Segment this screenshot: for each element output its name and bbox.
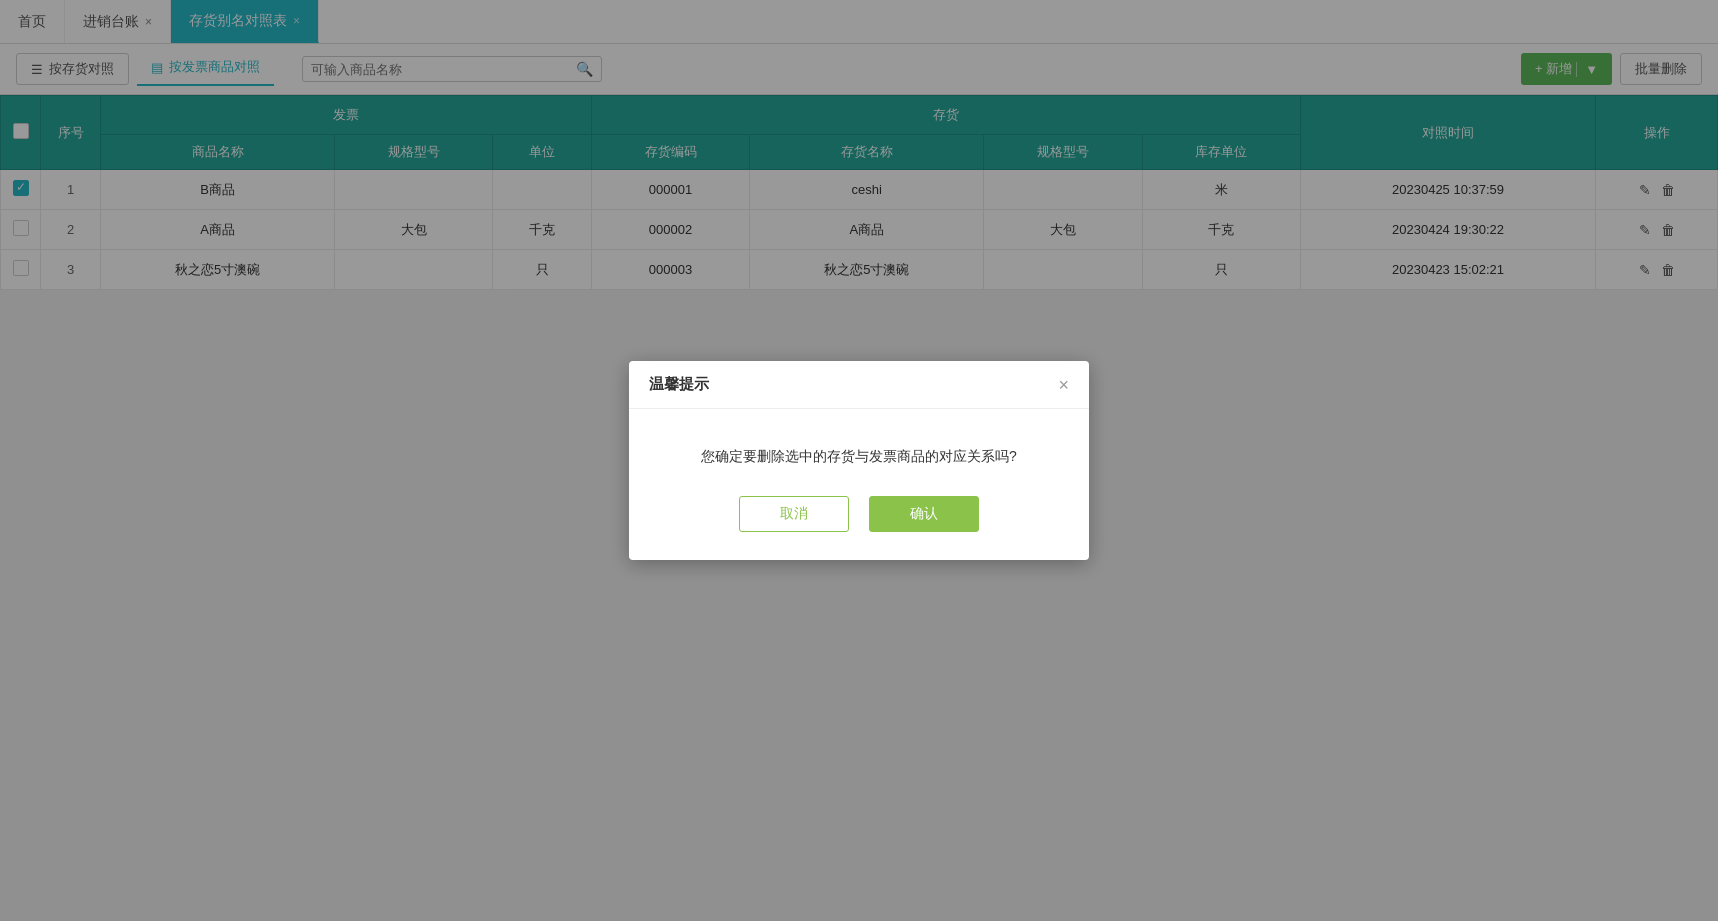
modal-overlay: 温馨提示 × 您确定要删除选中的存货与发票商品的对应关系吗? 取消 确认 <box>0 0 1718 290</box>
